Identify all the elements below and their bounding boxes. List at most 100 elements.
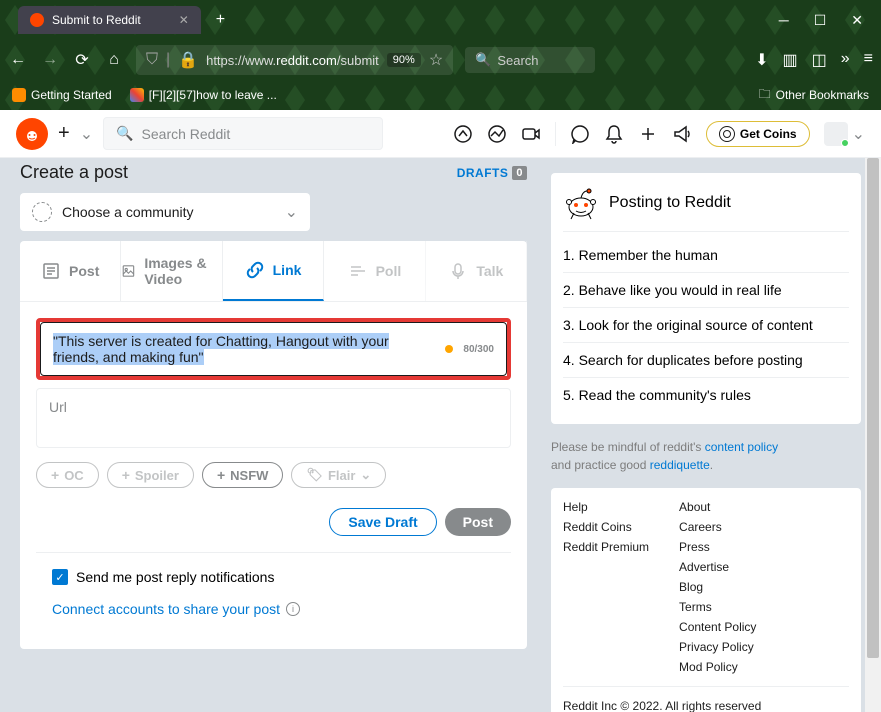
footer-link[interactable]: Mod Policy xyxy=(679,660,756,674)
back-button[interactable]: ← xyxy=(8,51,28,69)
tab-post[interactable]: Post xyxy=(20,241,121,301)
shield-icon[interactable]: ⛉ xyxy=(146,51,158,69)
footer-link[interactable]: Terms xyxy=(679,600,756,614)
chat-icon[interactable] xyxy=(570,124,590,144)
post-form-card: Post Images & Video Link Poll Talk xyxy=(20,241,527,649)
maximize-icon[interactable]: ☐ xyxy=(814,12,827,29)
tab-images[interactable]: Images & Video xyxy=(121,241,222,301)
tag-icon: 🏷 xyxy=(306,467,323,483)
content-policy-link[interactable]: content policy xyxy=(705,440,778,454)
user-menu[interactable]: ⌄ xyxy=(824,122,865,146)
community-placeholder-icon xyxy=(32,202,52,222)
reddit-search-input[interactable]: 🔍 Search Reddit xyxy=(103,117,383,150)
coin-icon xyxy=(719,126,735,142)
url-bar[interactable]: ⛉ | 🔒 https://www.reddit.com/submit 90% … xyxy=(136,45,453,75)
flair-tag-button: 🏷Flair⌄ xyxy=(291,462,386,488)
scroll-thumb[interactable] xyxy=(867,158,879,658)
connect-accounts-link[interactable]: Connect accounts to share your post i xyxy=(36,601,511,633)
avatar-icon xyxy=(824,122,848,146)
menu-icon[interactable]: ≡ xyxy=(864,50,873,70)
folder-icon: 🗀 xyxy=(759,85,771,106)
create-post-icon[interactable] xyxy=(638,124,658,144)
get-coins-button[interactable]: Get Coins xyxy=(706,121,810,147)
download-icon[interactable]: ⬇ xyxy=(755,50,768,70)
footer-link[interactable]: Help xyxy=(563,500,649,514)
tab-link[interactable]: Link xyxy=(223,241,324,301)
browser-titlebar: Submit to Reddit ✕ + ─ ☐ ✕ xyxy=(0,0,881,40)
library-icon[interactable]: ▥ xyxy=(783,50,798,70)
rule-item: 1. Remember the human xyxy=(563,238,849,273)
footer-link[interactable]: Blog xyxy=(679,580,756,594)
tab-talk: Talk xyxy=(426,241,527,301)
firefox-icon xyxy=(12,88,26,102)
create-icon[interactable]: + xyxy=(58,122,70,145)
footer-link[interactable]: Careers xyxy=(679,520,756,534)
chevron-down-icon: ⌄ xyxy=(852,124,865,144)
notification-toggle[interactable]: ✓ Send me post reply notifications xyxy=(36,553,511,601)
chevron-down-icon: ⌄ xyxy=(285,202,298,222)
drafts-link[interactable]: DRAFTS 0 xyxy=(457,166,527,180)
new-tab-button[interactable]: + xyxy=(216,11,225,29)
title-input[interactable]: "This server is created for Chatting, Ha… xyxy=(40,322,507,376)
draft-count-badge: 0 xyxy=(512,166,527,180)
rules-heading: Posting to Reddit xyxy=(609,194,731,212)
forward-button[interactable]: → xyxy=(40,51,60,69)
advertise-icon[interactable] xyxy=(672,124,692,144)
reddiquette-link[interactable]: reddiquette xyxy=(650,458,710,472)
rule-item: 5. Read the community's rules xyxy=(563,378,849,412)
page-content: Create a post DRAFTS 0 Choose a communit… xyxy=(0,158,881,712)
footer-link[interactable]: Reddit Premium xyxy=(563,540,649,554)
save-draft-button[interactable]: Save Draft xyxy=(329,508,436,536)
star-icon[interactable]: ☆ xyxy=(429,50,443,70)
close-window-icon[interactable]: ✕ xyxy=(851,12,863,29)
dropdown-chevron-icon[interactable]: ⌄ xyxy=(80,124,93,144)
footer-link[interactable]: Reddit Coins xyxy=(563,520,649,534)
footer-card: Help Reddit Coins Reddit Premium About C… xyxy=(551,488,861,712)
bookmark-getting-started[interactable]: Getting Started xyxy=(12,88,112,102)
footer-link[interactable]: Content Policy xyxy=(679,620,756,634)
rule-item: 2. Behave like you would in real life xyxy=(563,273,849,308)
reddit-favicon-icon xyxy=(30,13,44,27)
close-tab-icon[interactable]: ✕ xyxy=(179,13,189,27)
community-selector[interactable]: Choose a community ⌄ xyxy=(20,193,310,231)
window-controls: ─ ☐ ✕ xyxy=(779,12,873,29)
browser-tab[interactable]: Submit to Reddit ✕ xyxy=(18,6,201,34)
all-icon[interactable] xyxy=(487,124,507,144)
scrollbar[interactable] xyxy=(865,158,881,712)
bookmarks-bar: Getting Started [F][2][57]how to leave .… xyxy=(0,80,881,110)
page-title: Create a post DRAFTS 0 xyxy=(20,158,527,193)
footer-link[interactable]: Press xyxy=(679,540,756,554)
nsfw-tag-button[interactable]: +NSFW xyxy=(202,462,283,488)
footer-link[interactable]: About xyxy=(679,500,756,514)
url-text: https://www.reddit.com/submit xyxy=(206,53,379,68)
oc-tag-button: +OC xyxy=(36,462,99,488)
warning-dot-icon xyxy=(445,345,453,353)
home-button[interactable]: ⌂ xyxy=(104,51,124,69)
footer-link[interactable]: Privacy Policy xyxy=(679,640,756,654)
reddit-logo-icon[interactable] xyxy=(16,118,48,150)
other-bookmarks[interactable]: 🗀 Other Bookmarks xyxy=(759,85,869,106)
url-input[interactable]: Url xyxy=(36,388,511,448)
lock-icon: 🔒 xyxy=(178,50,198,70)
notifications-icon[interactable] xyxy=(604,124,624,144)
title-highlight-box: "This server is created for Chatting, Ha… xyxy=(36,318,511,380)
search-icon: 🔍 xyxy=(116,125,133,142)
posting-rules-card: Posting to Reddit 1. Remember the human … xyxy=(551,173,861,424)
browser-navbar: ← → ⟳ ⌂ ⛉ | 🔒 https://www.reddit.com/sub… xyxy=(0,40,881,80)
browser-search[interactable]: 🔍 Search xyxy=(465,47,595,73)
sidebar-icon[interactable]: ◫ xyxy=(812,50,827,70)
live-icon[interactable] xyxy=(521,124,541,144)
char-count: 80/300 xyxy=(463,344,494,355)
popular-icon[interactable] xyxy=(453,124,473,144)
tab-title: Submit to Reddit xyxy=(52,13,141,27)
footer-link[interactable]: Advertise xyxy=(679,560,756,574)
checkbox-checked-icon[interactable]: ✓ xyxy=(52,569,68,585)
overflow-icon[interactable]: » xyxy=(841,50,850,70)
bookmark-leave[interactable]: [F][2][57]how to leave ... xyxy=(130,88,277,102)
zoom-badge[interactable]: 90% xyxy=(387,53,421,67)
minimize-icon[interactable]: ─ xyxy=(779,12,789,29)
post-type-tabs: Post Images & Video Link Poll Talk xyxy=(20,241,527,302)
reload-button[interactable]: ⟳ xyxy=(72,50,92,70)
reddit-header: + ⌄ 🔍 Search Reddit Get Coins ⌄ xyxy=(0,110,881,158)
info-icon: i xyxy=(286,602,300,616)
